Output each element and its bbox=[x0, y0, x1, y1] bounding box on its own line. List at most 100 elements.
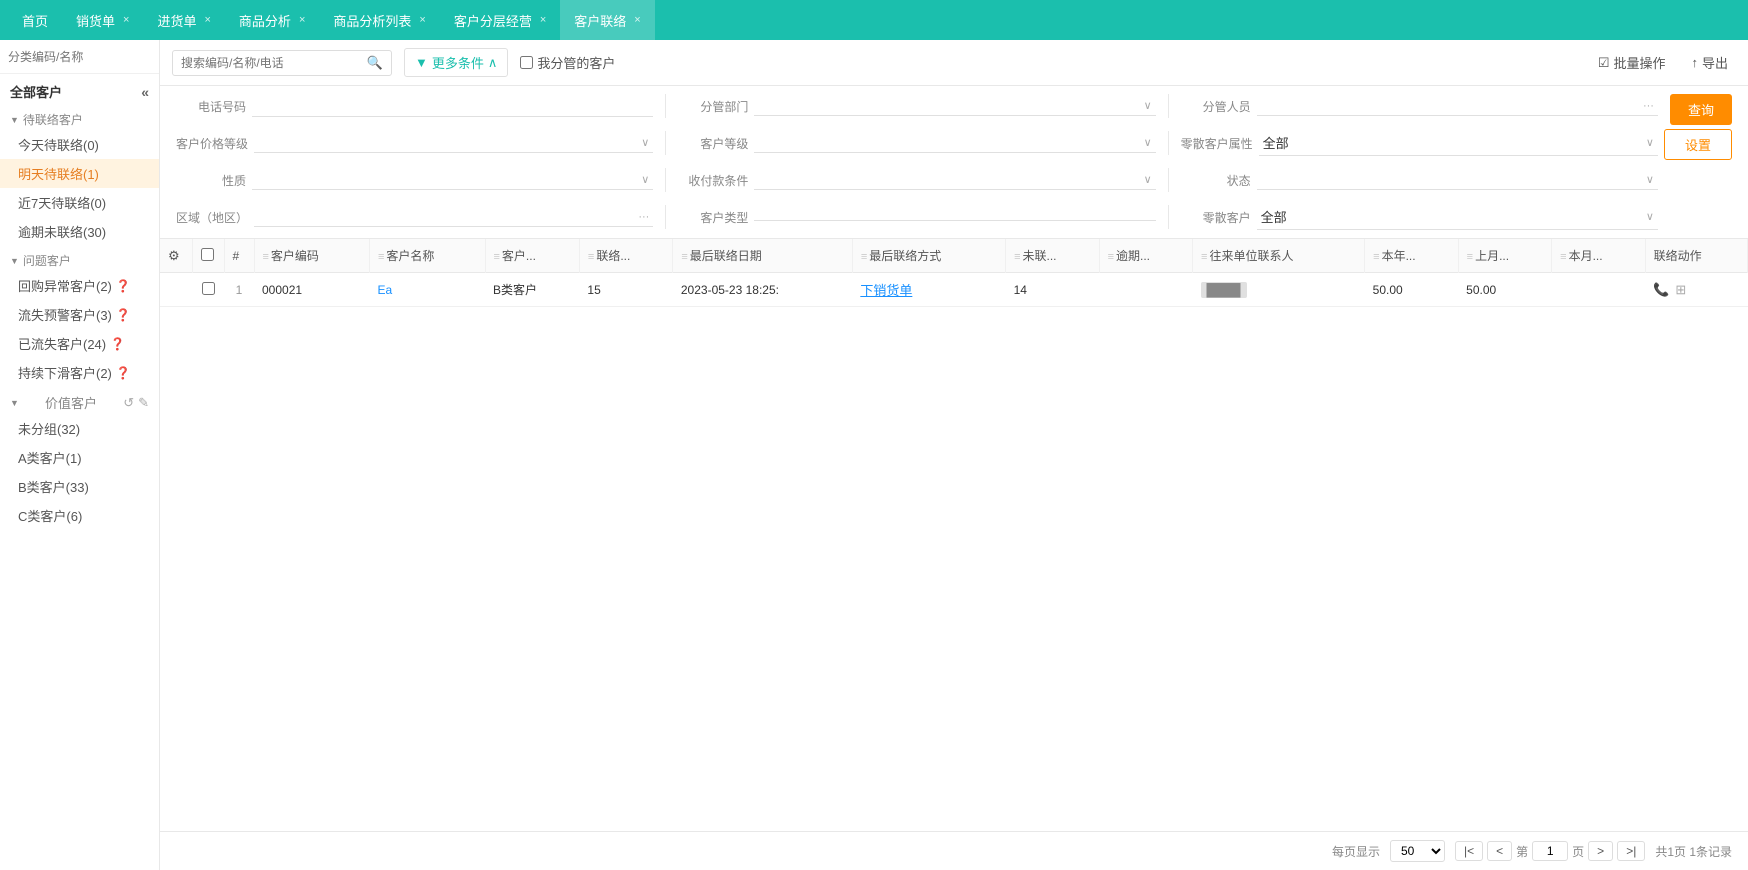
row-checkbox[interactable] bbox=[202, 282, 215, 295]
close-icon[interactable]: × bbox=[540, 14, 546, 26]
refresh-icon[interactable]: ↺ bbox=[123, 395, 134, 411]
more-filter-button[interactable]: ▼ 更多条件 ∧ bbox=[404, 48, 508, 77]
batch-op-button[interactable]: ☑ 批量操作 bbox=[1590, 49, 1674, 76]
row-unit-contact: ████ bbox=[1193, 273, 1365, 307]
col-index: # bbox=[224, 239, 254, 273]
next-page-button[interactable]: > bbox=[1588, 841, 1613, 861]
person-select[interactable]: ··· bbox=[1257, 97, 1658, 116]
table-header-row: ⚙ # ≡客户编码 ≡客户名称 ≡客户... bbox=[160, 239, 1748, 273]
export-button[interactable]: ↑ 导出 bbox=[1683, 49, 1736, 76]
nav-customer-contact[interactable]: 客户联络 × bbox=[560, 0, 654, 40]
prev-page-button[interactable]: < bbox=[1487, 841, 1512, 861]
collapse-icon[interactable]: « bbox=[141, 84, 149, 100]
per-page-select[interactable]: 50 100 200 bbox=[1390, 840, 1445, 862]
pagination: |< < 第 页 > >| bbox=[1455, 841, 1645, 861]
sidebar-item-churned[interactable]: 已流失客户(24) ❓ bbox=[0, 329, 159, 358]
search-icon[interactable]: 🔍 bbox=[367, 55, 383, 71]
grid-action-icon[interactable]: ⊞ bbox=[1675, 282, 1686, 298]
nav-sales-order[interactable]: 销货单 × bbox=[62, 0, 143, 40]
my-customers-checkbox[interactable] bbox=[520, 56, 533, 69]
nav-product-analysis-list[interactable]: 商品分析列表 × bbox=[319, 0, 439, 40]
row-name[interactable]: Ea bbox=[370, 273, 486, 307]
retail-customer-select[interactable]: 全部 ∨ bbox=[1257, 204, 1658, 230]
sidebar-item-today[interactable]: 今天待联络(0) bbox=[0, 130, 159, 159]
gear-icon[interactable]: ⚙ bbox=[168, 248, 180, 263]
search-input[interactable] bbox=[181, 56, 361, 70]
row-overdue bbox=[1099, 273, 1192, 307]
sidebar-item-overdue[interactable]: 逾期未联络(30) bbox=[0, 217, 159, 246]
close-icon[interactable]: × bbox=[634, 14, 640, 26]
col-last-month: ≡上月... bbox=[1458, 239, 1551, 273]
close-icon[interactable]: × bbox=[299, 14, 305, 26]
dept-select[interactable]: ∨ bbox=[754, 96, 1155, 116]
filter-divider bbox=[1168, 205, 1169, 229]
row-contact: 15 bbox=[579, 273, 672, 307]
nav-home[interactable]: 首页 bbox=[8, 0, 62, 40]
status-select[interactable]: ∨ bbox=[1257, 170, 1658, 190]
search-bar-right: ☑ 批量操作 ↑ 导出 bbox=[1590, 49, 1736, 76]
payment-select[interactable]: ∨ bbox=[754, 170, 1155, 190]
retail-attr-select[interactable]: 全部 ∨ bbox=[1259, 130, 1658, 156]
filter-divider bbox=[1168, 131, 1169, 155]
col-contact: ≡联络... bbox=[579, 239, 672, 273]
col-action: 联络动作 bbox=[1645, 239, 1747, 273]
content-area: 🔍 ▼ 更多条件 ∧ 我分管的客户 ☑ 批量操作 ↑ 导出 bbox=[160, 40, 1748, 870]
first-page-button[interactable]: |< bbox=[1455, 841, 1483, 861]
sidebar-item-declining[interactable]: 持续下滑客户(2) ❓ bbox=[0, 358, 159, 387]
my-customers-checkbox-label[interactable]: 我分管的客户 bbox=[520, 53, 615, 72]
nav-purchase-order[interactable]: 进货单 × bbox=[143, 0, 224, 40]
sidebar-item-class-b[interactable]: B类客户(33) bbox=[0, 472, 159, 501]
last-page-button[interactable]: >| bbox=[1617, 841, 1645, 861]
col-name: ≡客户名称 bbox=[370, 239, 486, 273]
sidebar-item-churn-warning[interactable]: 流失预警客户(3) ❓ bbox=[0, 300, 159, 329]
filter-price-level: 客户价格等级 ∨ bbox=[176, 133, 653, 153]
sidebar-item-tomorrow[interactable]: 明天待联络(1) bbox=[0, 159, 159, 188]
sidebar-search-input[interactable] bbox=[8, 50, 160, 64]
customer-level-select[interactable]: ∨ bbox=[754, 133, 1155, 153]
page-input[interactable] bbox=[1532, 841, 1568, 861]
row-last-month: 50.00 bbox=[1458, 273, 1551, 307]
sidebar-search-bar: 🔍 bbox=[0, 40, 159, 74]
row-type: B类客户 bbox=[485, 273, 579, 307]
sidebar-item-7days[interactable]: 近7天待联络(0) bbox=[0, 188, 159, 217]
help-icon: ❓ bbox=[116, 279, 131, 293]
query-button[interactable]: 查询 bbox=[1670, 94, 1732, 125]
close-icon[interactable]: × bbox=[419, 14, 425, 26]
price-level-select[interactable]: ∨ bbox=[254, 133, 653, 153]
row-index: 1 bbox=[224, 273, 254, 307]
col-not-contacted: ≡未联... bbox=[1006, 239, 1099, 273]
close-icon[interactable]: × bbox=[123, 14, 129, 26]
sidebar-item-ungrouped[interactable]: 未分组(32) bbox=[0, 414, 159, 443]
chevron-down-icon: ∨ bbox=[641, 173, 649, 186]
nav-customer-segmentation[interactable]: 客户分层经营 × bbox=[440, 0, 560, 40]
select-all-checkbox[interactable] bbox=[201, 248, 214, 261]
sort-icon: ≡ bbox=[861, 251, 867, 263]
group-value-customers: 价值客户 ↺ ✎ bbox=[0, 387, 159, 414]
row-code: 000021 bbox=[254, 273, 370, 307]
edit-icon[interactable]: ✎ bbox=[138, 395, 149, 411]
sidebar-item-class-a[interactable]: A类客户(1) bbox=[0, 443, 159, 472]
customer-type-select[interactable] bbox=[754, 214, 1155, 221]
chevron-up-icon: ∧ bbox=[488, 55, 498, 71]
filter-divider bbox=[665, 94, 666, 118]
row-last-method[interactable]: 下销货单 bbox=[852, 273, 1005, 307]
help-icon: ❓ bbox=[116, 366, 131, 380]
phone-input[interactable] bbox=[252, 96, 653, 117]
search-bar: 🔍 ▼ 更多条件 ∧ 我分管的客户 ☑ 批量操作 ↑ 导出 bbox=[160, 40, 1748, 86]
filter-retail-attr: 零散客户属性 全部 ∨ bbox=[1181, 130, 1658, 156]
close-icon[interactable]: × bbox=[204, 14, 210, 26]
chevron-down-icon: ∨ bbox=[1144, 136, 1152, 149]
sidebar-item-class-c[interactable]: C类客户(6) bbox=[0, 501, 159, 530]
phone-action-icon[interactable]: 📞 bbox=[1653, 282, 1669, 298]
sort-icon: ≡ bbox=[681, 251, 687, 263]
row-action-cell: 📞 ⊞ bbox=[1645, 273, 1747, 307]
region-select[interactable]: ··· bbox=[254, 208, 653, 227]
settings-button[interactable]: 设置 bbox=[1664, 129, 1732, 160]
sort-icon: ≡ bbox=[588, 251, 594, 263]
nature-select[interactable]: ∨ bbox=[252, 170, 653, 190]
nav-product-analysis[interactable]: 商品分析 × bbox=[225, 0, 319, 40]
customer-table: ⚙ # ≡客户编码 ≡客户名称 ≡客户... bbox=[160, 239, 1748, 307]
filter-row-2: 客户价格等级 ∨ 客户等级 ∨ bbox=[176, 130, 1658, 156]
sidebar-item-abnormal[interactable]: 回购异常客户(2) ❓ bbox=[0, 271, 159, 300]
row-last-date: 2023-05-23 18:25: bbox=[673, 273, 852, 307]
